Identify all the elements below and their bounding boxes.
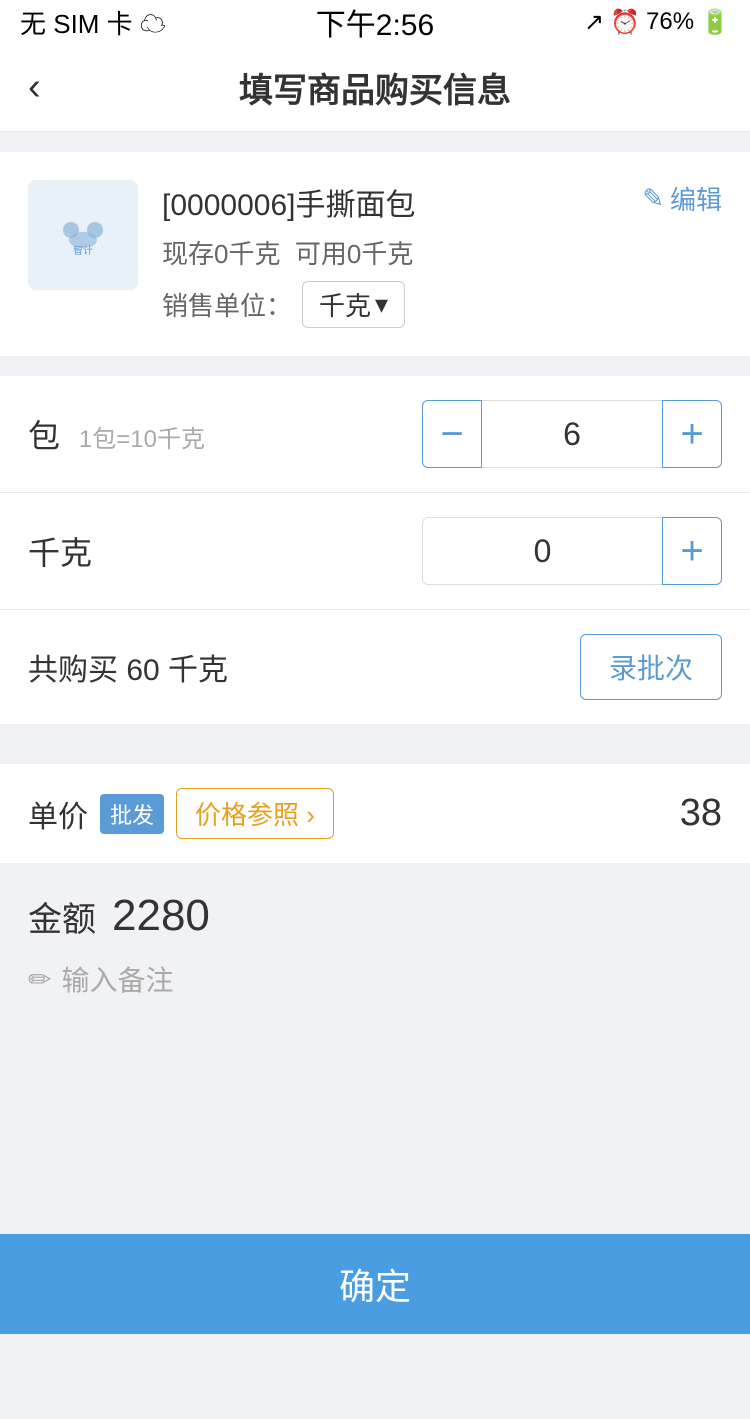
unit-select[interactable]: 千克 ▾ bbox=[302, 281, 405, 328]
price-tag-pifa: 批发 bbox=[100, 794, 164, 834]
batch-button[interactable]: 录批次 bbox=[580, 634, 722, 700]
amount-row: 金额 2280 bbox=[28, 891, 722, 941]
battery-icon: 🔋 bbox=[700, 8, 730, 37]
edit-label: 编辑 bbox=[670, 180, 722, 217]
alarm-icon: ⏰ bbox=[610, 8, 640, 37]
page-title: 填写商品购买信息 bbox=[239, 63, 511, 112]
bao-plus-button[interactable]: + bbox=[662, 400, 722, 468]
divider-1 bbox=[0, 356, 750, 376]
bao-label: 包 1包=10千克 bbox=[28, 411, 422, 457]
amount-label: 金额 bbox=[28, 892, 96, 941]
price-row: 单价 批发 价格参照 › 38 bbox=[28, 788, 722, 839]
bottom-spacer bbox=[0, 1019, 750, 1419]
note-row[interactable]: ✏ 输入备注 bbox=[28, 959, 722, 1009]
divider-2 bbox=[0, 724, 750, 744]
back-button[interactable]: ‹ bbox=[28, 66, 41, 109]
bao-input-section: 包 1包=10千克 − + 千克 + bbox=[0, 376, 750, 610]
pencil-icon: ✏ bbox=[28, 963, 51, 996]
product-unit-row: 销售单位： 千克 ▾ bbox=[162, 281, 722, 328]
location-icon: ↗ bbox=[584, 8, 604, 37]
summary-row: 共购买 60 千克 录批次 bbox=[0, 610, 750, 724]
qianke-row: 千克 + bbox=[0, 493, 750, 610]
bao-hint: 1包=10千克 bbox=[79, 426, 205, 453]
price-ref-button[interactable]: 价格参照 › bbox=[176, 788, 334, 839]
nav-bar: ‹ 填写商品购买信息 bbox=[0, 44, 750, 132]
product-stock: 现存0千克 可用0千克 bbox=[162, 234, 722, 271]
price-label: 单价 bbox=[28, 792, 88, 836]
amount-section: 金额 2280 ✏ 输入备注 bbox=[0, 867, 750, 1019]
bao-row: 包 1包=10千克 − + bbox=[0, 376, 750, 493]
qianke-label: 千克 bbox=[28, 528, 422, 574]
price-section: 单价 批发 价格参照 › 38 bbox=[0, 764, 750, 863]
signal-text: 无 SIM 卡 ☁ bbox=[20, 4, 166, 41]
product-name: [0000006]手撕面包 bbox=[162, 180, 722, 224]
amount-value: 2280 bbox=[112, 891, 210, 941]
confirm-bar[interactable]: 确定 bbox=[0, 1234, 750, 1334]
edit-icon: ✎ bbox=[642, 183, 664, 214]
bao-qty-control: − + bbox=[422, 400, 722, 468]
unit-label: 销售单位： bbox=[162, 286, 292, 323]
svg-text:智计: 智计 bbox=[73, 244, 93, 257]
price-left: 单价 批发 价格参照 › bbox=[28, 788, 334, 839]
status-left: 无 SIM 卡 ☁ bbox=[20, 4, 166, 41]
confirm-button[interactable]: 确定 bbox=[339, 1258, 411, 1310]
status-right: ↗ ⏰ 76% 🔋 bbox=[584, 8, 730, 37]
chevron-down-icon: ▾ bbox=[375, 289, 388, 320]
bao-minus-button[interactable]: − bbox=[422, 400, 482, 468]
edit-button[interactable]: ✎ 编辑 bbox=[642, 180, 722, 217]
status-time: 下午2:56 bbox=[316, 0, 434, 44]
battery-text: 76% bbox=[646, 8, 694, 36]
product-thumbnail: 智计 bbox=[28, 180, 138, 290]
status-bar: 无 SIM 卡 ☁ 下午2:56 ↗ ⏰ 76% 🔋 bbox=[0, 0, 750, 44]
qianke-plus-button[interactable]: + bbox=[662, 517, 722, 585]
bao-qty-input[interactable] bbox=[482, 400, 662, 468]
product-card: 智计 [0000006]手撕面包 现存0千克 可用0千克 销售单位： 千克 ▾ … bbox=[0, 152, 750, 356]
summary-text: 共购买 60 千克 bbox=[28, 645, 228, 689]
qianke-qty-input[interactable] bbox=[422, 517, 662, 585]
price-value: 38 bbox=[680, 792, 722, 835]
product-info: [0000006]手撕面包 现存0千克 可用0千克 销售单位： 千克 ▾ bbox=[162, 180, 722, 328]
qianke-qty-control: + bbox=[422, 517, 722, 585]
note-placeholder: 输入备注 bbox=[61, 959, 173, 999]
